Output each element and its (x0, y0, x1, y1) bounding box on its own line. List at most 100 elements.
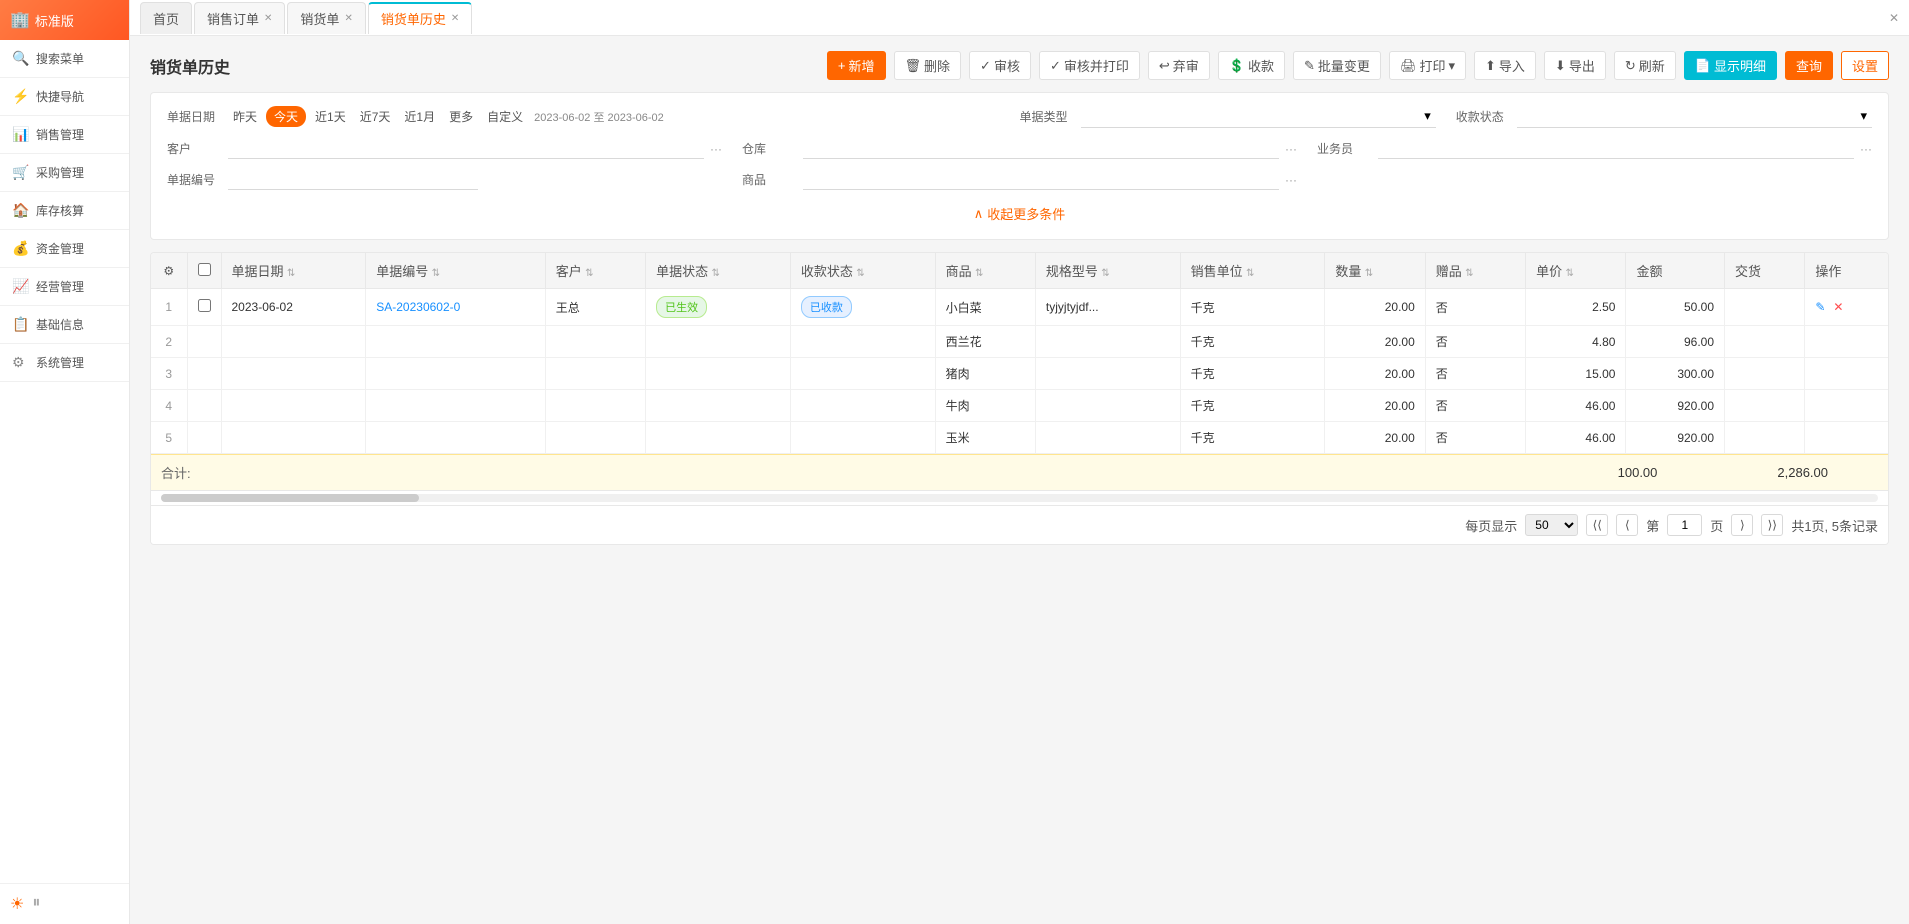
sidebar-search[interactable]: 🔍 搜索菜单 (0, 40, 129, 78)
col-settings[interactable]: ⚙ (151, 253, 187, 289)
sidebar-item-quick-nav[interactable]: ⚡ 快捷导航 (0, 78, 129, 116)
scroll-thumb[interactable] (161, 494, 419, 502)
row-checkbox[interactable] (187, 326, 221, 358)
warehouse-input[interactable] (803, 138, 1279, 159)
batch-change-button[interactable]: ✎ 批量变更 (1293, 51, 1381, 80)
customer-picker-btn[interactable]: ··· (710, 142, 722, 156)
import-button[interactable]: ⬆ 导入 (1474, 51, 1536, 80)
col-doc-status[interactable]: 单据状态 ⇅ (646, 253, 791, 289)
delete-action-btn[interactable]: ✕ (1833, 300, 1843, 314)
sidebar-pause-icon[interactable]: ⏸ (32, 894, 40, 914)
col-doc-no[interactable]: 单据编号 ⇅ (366, 253, 545, 289)
tab-close-sales-history[interactable]: ✕ (451, 13, 459, 24)
new-button[interactable]: + 新增 (827, 51, 886, 80)
sales-icon: 📊 (12, 126, 28, 143)
audit-print-button[interactable]: ✓ 审核并打印 (1039, 51, 1140, 80)
salesperson-input[interactable] (1378, 138, 1854, 159)
filter-goods: 商品 ··· (742, 169, 1297, 190)
sidebar-item-system-mgmt[interactable]: ⚙ 系统管理 (0, 344, 129, 382)
scroll-track[interactable] (161, 494, 1878, 502)
col-goods[interactable]: 商品 ⇅ (935, 253, 1035, 289)
page-next-btn[interactable]: ⟩ (1731, 514, 1753, 536)
payment-status-select[interactable]: ▾ (1517, 105, 1872, 128)
data-table: ⚙ 单据日期 ⇅ 单据编号 ⇅ 客户 ⇅ (150, 252, 1889, 545)
tab-sales-order[interactable]: 销售订单 ✕ (194, 2, 285, 34)
row-checkbox[interactable] (187, 358, 221, 390)
page-header: 销货单历史 + 新增 🗑 删除 ✓ 审核 ✓ 审核并打印 (150, 51, 1889, 80)
page-label: 第 (1646, 516, 1659, 535)
sidebar-item-finance[interactable]: 💰 资金管理 (0, 230, 129, 268)
date-btn-today[interactable]: 今天 (266, 106, 306, 127)
collect-button[interactable]: 💲 收款 (1218, 51, 1285, 80)
print-dropdown-icon: ▾ (1448, 58, 1455, 74)
tab-home[interactable]: 首页 (140, 2, 192, 34)
row-checkbox[interactable] (187, 422, 221, 454)
export-button[interactable]: ⬇ 导出 (1544, 51, 1606, 80)
page-size-select[interactable]: 50 100 200 (1525, 514, 1578, 536)
cell-qty: 20.00 (1325, 289, 1425, 326)
delete-button[interactable]: 🗑 删除 (894, 51, 962, 80)
tab-close-sales-invoice[interactable]: ✕ (344, 13, 352, 24)
doc-no-input[interactable] (228, 169, 478, 190)
collapse-btn[interactable]: ∧ 收起更多条件 (167, 200, 1872, 227)
page-number-input[interactable] (1667, 514, 1702, 536)
page-prev-btn[interactable]: ⟨ (1616, 514, 1638, 536)
tab-sales-invoice[interactable]: 销货单 ✕ (287, 2, 365, 34)
col-unit-sort: ⇅ (1246, 268, 1254, 279)
col-checkbox[interactable] (187, 253, 221, 289)
abandon-button[interactable]: ↩ 弃审 (1148, 51, 1210, 80)
customer-label: 客户 (167, 140, 222, 157)
col-customer[interactable]: 客户 ⇅ (545, 253, 645, 289)
goods-input[interactable] (803, 169, 1279, 190)
sidebar-sun-icon[interactable]: ☀ (10, 894, 24, 914)
edit-action-btn[interactable]: ✎ (1815, 300, 1825, 314)
select-all-checkbox[interactable] (198, 263, 211, 276)
row-checkbox[interactable] (187, 289, 221, 326)
warehouse-picker-btn[interactable]: ··· (1285, 142, 1297, 156)
tab-sales-history[interactable]: 销货单历史 ✕ (368, 2, 472, 34)
payment-status-arrow: ▾ (1860, 108, 1867, 124)
col-spec[interactable]: 规格型号 ⇅ (1035, 253, 1180, 289)
doc-type-select[interactable]: ▾ (1081, 105, 1436, 128)
date-btn-1day[interactable]: 近1天 (310, 106, 351, 127)
page-first-btn[interactable]: ⟨⟨ (1586, 514, 1608, 536)
sidebar-item-sales-mgmt[interactable]: 📊 销售管理 (0, 116, 129, 154)
col-qty[interactable]: 数量 ⇅ (1325, 253, 1425, 289)
query-button[interactable]: 查询 (1785, 51, 1833, 80)
tab-bar-close-all[interactable]: ✕ (1889, 11, 1899, 25)
cell-spec (1035, 422, 1180, 454)
date-btn-custom[interactable]: 自定义 (482, 106, 528, 127)
col-date-sort: ⇅ (287, 268, 295, 279)
goods-picker-btn[interactable]: ··· (1285, 173, 1297, 187)
col-price[interactable]: 单价 ⇅ (1526, 253, 1626, 289)
cell-customer (545, 390, 645, 422)
cell-doc-status (646, 422, 791, 454)
sidebar-item-inventory[interactable]: 🏠 库存核算 (0, 192, 129, 230)
date-btn-yesterday[interactable]: 昨天 (228, 106, 262, 127)
show-detail-button[interactable]: 📄 显示明细 (1684, 51, 1777, 80)
col-pay-status[interactable]: 收款状态 ⇅ (790, 253, 935, 289)
col-gift[interactable]: 赠品 ⇅ (1425, 253, 1525, 289)
col-date[interactable]: 单据日期 ⇅ (221, 253, 366, 289)
refresh-button[interactable]: ↻ 刷新 (1614, 51, 1676, 80)
settings-button[interactable]: 设置 (1841, 51, 1889, 80)
row-checkbox[interactable] (187, 390, 221, 422)
customer-input[interactable] (228, 138, 704, 159)
sidebar-item-operations[interactable]: 📈 经营管理 (0, 268, 129, 306)
col-transaction-label: 交货 (1735, 264, 1761, 279)
sidebar-item-purchase-mgmt[interactable]: 🛒 采购管理 (0, 154, 129, 192)
date-btn-7day[interactable]: 近7天 (355, 106, 396, 127)
date-btn-more[interactable]: 更多 (444, 106, 478, 127)
col-goods-label: 商品 (946, 264, 972, 279)
print-button[interactable]: 🖨 打印 ▾ (1389, 51, 1466, 80)
col-unit[interactable]: 销售单位 ⇅ (1180, 253, 1325, 289)
row-select-checkbox[interactable] (198, 299, 211, 312)
salesperson-picker-btn[interactable]: ··· (1860, 142, 1872, 156)
date-btn-1month[interactable]: 近1月 (399, 106, 440, 127)
sidebar-item-basic-info[interactable]: 📋 基础信息 (0, 306, 129, 344)
audit-button[interactable]: ✓ 审核 (969, 51, 1031, 80)
table-row: 1 2023-06-02 SA-20230602-0 王总 已生效 已收款 小白… (151, 289, 1888, 326)
tab-close-sales-order[interactable]: ✕ (264, 13, 272, 24)
page-last-btn[interactable]: ⟩⟩ (1761, 514, 1783, 536)
col-docno-sort: ⇅ (432, 268, 440, 279)
